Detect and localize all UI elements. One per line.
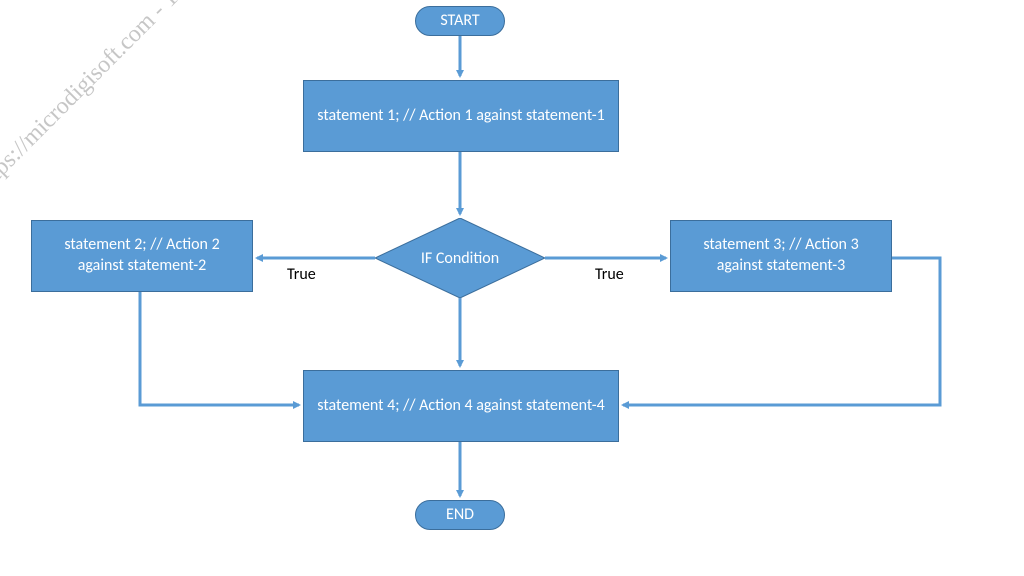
process-statement-1: statement 1; // Action 1 against stateme… <box>303 80 619 152</box>
start-node: START <box>415 6 505 36</box>
watermark-text: https://microdigisoft.com - 14:06 <box>0 0 214 199</box>
end-node: END <box>415 500 505 530</box>
decision-if-condition: IF Condition <box>375 218 545 298</box>
edge-label-true-right: True <box>595 265 624 284</box>
process-statement-2: statement 2; // Action 2 against stateme… <box>31 220 253 292</box>
edge-label-true-left: True <box>287 265 316 284</box>
process-statement-3: statement 3; // Action 3 against stateme… <box>670 220 892 292</box>
process-statement-4: statement 4; // Action 4 against stateme… <box>303 370 619 442</box>
decision-label: IF Condition <box>375 218 545 298</box>
